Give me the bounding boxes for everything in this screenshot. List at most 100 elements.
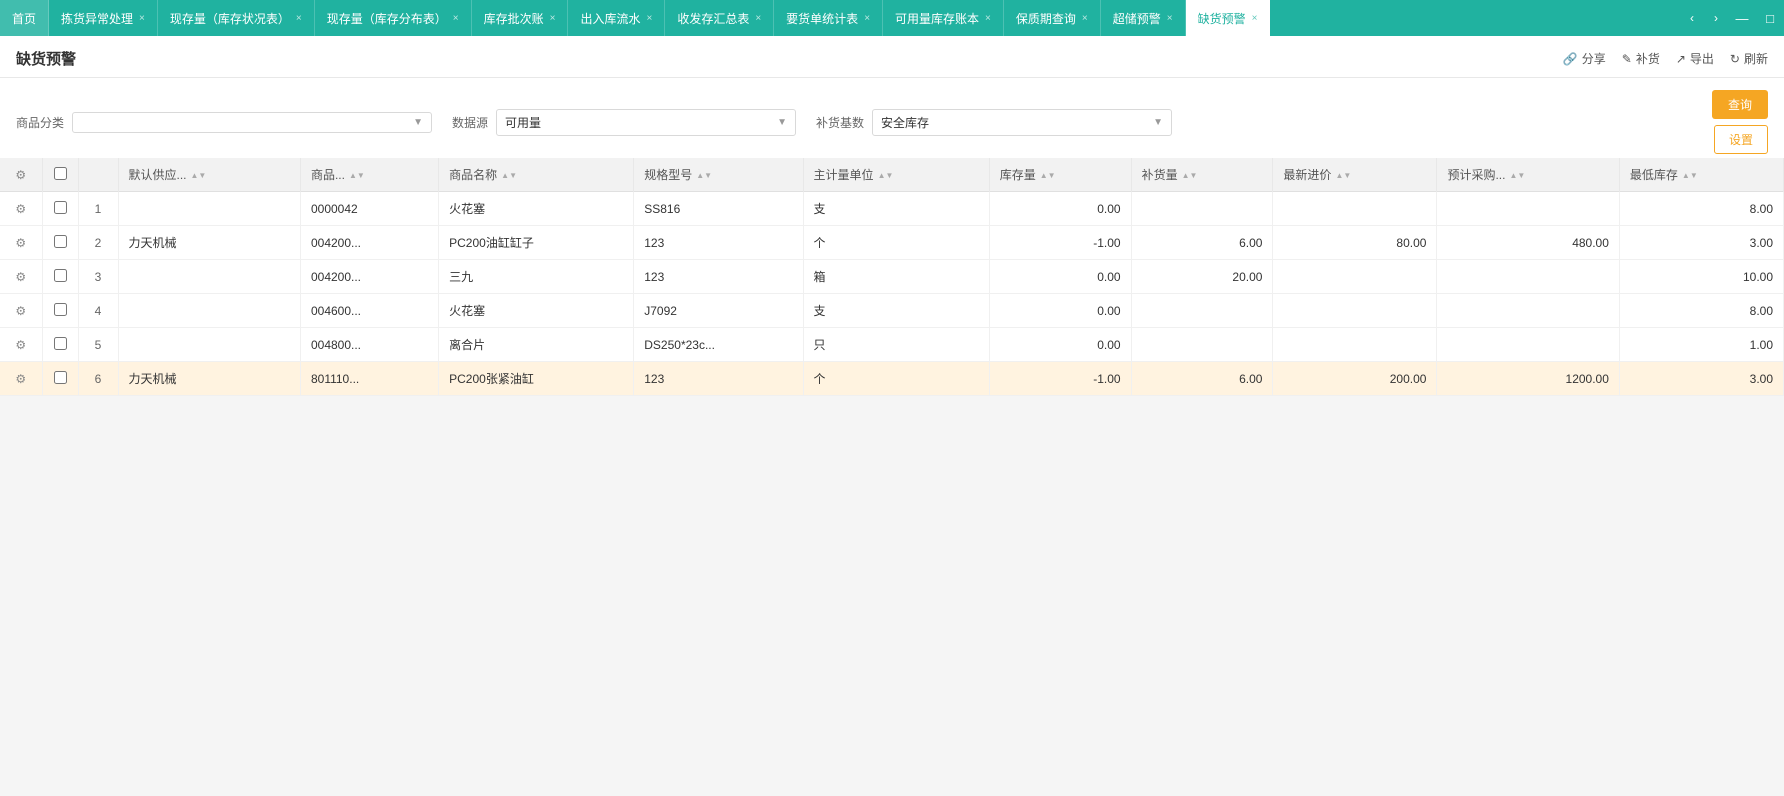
- tab-3[interactable]: 现存量（库存分布表）×: [315, 0, 472, 36]
- col-header-stock: 库存量▲▼: [989, 158, 1131, 192]
- cell-spec-row0: SS816: [634, 192, 803, 226]
- cell-min_stock-row3: 8.00: [1619, 294, 1783, 328]
- cell-default_supplier-row5: 力天机械: [118, 362, 300, 396]
- tab-0[interactable]: 首页: [0, 0, 49, 36]
- cell-min_stock-row2: 10.00: [1619, 260, 1783, 294]
- commodity-class-arrow-icon: ▼: [413, 117, 423, 128]
- tab-11[interactable]: 缺货预警×: [1186, 0, 1271, 36]
- tab-close-6[interactable]: ×: [755, 13, 761, 24]
- cell-default_supplier-row1: 力天机械: [118, 226, 300, 260]
- sort-icon-replenish_qty[interactable]: ▲▼: [1182, 171, 1198, 180]
- table-row: ⚙5004800...离合片DS250*23c...只0.001.00: [0, 328, 1784, 362]
- tab-6[interactable]: 收发存汇总表 ×: [665, 0, 774, 36]
- tab-close-2[interactable]: ×: [296, 13, 302, 24]
- cell-default_supplier-row0: [118, 192, 300, 226]
- tab-4[interactable]: 库存批次账×: [472, 0, 569, 36]
- sort-icon-spec[interactable]: ▲▼: [696, 171, 712, 180]
- refresh-action[interactable]: ↻ 刷新: [1730, 50, 1768, 67]
- cell-spec-row4: DS250*23c...: [634, 328, 803, 362]
- commodity-class-filter: 商品分类 ▼: [16, 112, 432, 133]
- cell-min_stock-row0: 8.00: [1619, 192, 1783, 226]
- tab-8[interactable]: 可用量库存账本 ×: [883, 0, 1004, 36]
- page-header: 缺货预警 🔗 分享 ✎ 补货 ↗ 导出 ↻ 刷新: [0, 36, 1784, 78]
- row-checkbox-5[interactable]: [54, 371, 67, 384]
- cell-stock-row2: 0.00: [989, 260, 1131, 294]
- row-gear-icon[interactable]: ⚙: [10, 202, 32, 216]
- tab-close-3[interactable]: ×: [453, 13, 459, 24]
- tab-next-btn[interactable]: ›: [1704, 11, 1728, 25]
- data-source-arrow-icon: ▼: [777, 117, 787, 128]
- tab-label-6: 收发存汇总表: [677, 10, 749, 27]
- tab-label-8: 可用量库存账本: [895, 10, 979, 27]
- tab-9[interactable]: 保质期查询×: [1004, 0, 1101, 36]
- cell-product_code-row2: 004200...: [300, 260, 438, 294]
- col-header-spec: 规格型号▲▼: [634, 158, 803, 192]
- replenish-action[interactable]: ✎ 补货: [1622, 50, 1660, 67]
- sort-icon-stock[interactable]: ▲▼: [1040, 171, 1056, 180]
- cell-product_code-row0: 0000042: [300, 192, 438, 226]
- sort-icon-product_code[interactable]: ▲▼: [349, 171, 365, 180]
- gear-settings-icon[interactable]: ⚙: [10, 168, 32, 182]
- tab-prev-btn[interactable]: ‹: [1680, 11, 1704, 25]
- tab-1[interactable]: 拣货异常处理×: [49, 0, 158, 36]
- row-checkbox-4[interactable]: [54, 337, 67, 350]
- row-gear-icon[interactable]: ⚙: [10, 270, 32, 284]
- cell-est_purchase-row0: [1437, 192, 1619, 226]
- col-header-check: [42, 158, 78, 192]
- tab-5[interactable]: 出入库流水×: [568, 0, 665, 36]
- row-gear-icon[interactable]: ⚙: [10, 372, 32, 386]
- row-checkbox-3[interactable]: [54, 303, 67, 316]
- replenish-base-select[interactable]: 安全库存 ▼: [872, 109, 1172, 136]
- tab-7[interactable]: 要货单统计表 ×: [774, 0, 883, 36]
- tab-close-11[interactable]: ×: [1252, 13, 1258, 24]
- row-checkbox-0[interactable]: [54, 201, 67, 214]
- tab-close-8[interactable]: ×: [985, 13, 991, 24]
- row-checkbox-1[interactable]: [54, 235, 67, 248]
- row-checkbox-2[interactable]: [54, 269, 67, 282]
- sort-icon-est_purchase[interactable]: ▲▼: [1509, 171, 1525, 180]
- sort-icon-product_name[interactable]: ▲▼: [501, 171, 517, 180]
- cell-latest_price-row5: 200.00: [1273, 362, 1437, 396]
- tab-minimize-btn[interactable]: —: [1728, 11, 1756, 26]
- tab-label-7: 要货单统计表: [786, 10, 858, 27]
- tab-close-1[interactable]: ×: [139, 13, 145, 24]
- tab-2[interactable]: 现存量（库存状况表）×: [158, 0, 315, 36]
- cell-product_name-row2: 三九: [439, 260, 634, 294]
- row-gear-icon[interactable]: ⚙: [10, 236, 32, 250]
- row-gear-icon[interactable]: ⚙: [10, 304, 32, 318]
- cell-min_stock-row1: 3.00: [1619, 226, 1783, 260]
- sort-icon-default_supplier[interactable]: ▲▼: [191, 171, 207, 180]
- tab-close-7[interactable]: ×: [864, 13, 870, 24]
- sort-icon-min_stock[interactable]: ▲▼: [1682, 171, 1698, 180]
- table-row: ⚙10000042火花塞SS816支0.008.00: [0, 192, 1784, 226]
- cell-default_supplier-row3: [118, 294, 300, 328]
- commodity-class-select[interactable]: ▼: [72, 112, 432, 133]
- table-header: ⚙默认供应...▲▼商品...▲▼商品名称▲▼规格型号▲▼主计量单位▲▼库存量▲…: [0, 158, 1784, 192]
- cell-latest_price-row2: [1273, 260, 1437, 294]
- export-action[interactable]: ↗ 导出: [1676, 50, 1714, 67]
- tab-close-5[interactable]: ×: [646, 13, 652, 24]
- data-source-value: 可用量: [505, 114, 541, 131]
- cell-latest_price-row3: [1273, 294, 1437, 328]
- settings-button[interactable]: 设置: [1714, 125, 1768, 154]
- sort-icon-latest_price[interactable]: ▲▼: [1335, 171, 1351, 180]
- tab-close-4[interactable]: ×: [550, 13, 556, 24]
- select-all-checkbox[interactable]: [54, 167, 67, 180]
- cell-default_supplier-row2: [118, 260, 300, 294]
- tab-10[interactable]: 超储预警×: [1101, 0, 1186, 36]
- row-gear-icon[interactable]: ⚙: [10, 338, 32, 352]
- col-label-default_supplier: 默认供应...: [129, 168, 187, 182]
- tab-close-9[interactable]: ×: [1082, 13, 1088, 24]
- col-header-est_purchase: 预计采购...▲▼: [1437, 158, 1619, 192]
- table-row: ⚙6力天机械801110...PC200张紧油缸123个-1.006.00200…: [0, 362, 1784, 396]
- tab-close-10[interactable]: ×: [1167, 13, 1173, 24]
- data-source-select[interactable]: 可用量 ▼: [496, 109, 796, 136]
- cell-stock-row4: 0.00: [989, 328, 1131, 362]
- share-action[interactable]: 🔗 分享: [1563, 50, 1606, 67]
- sort-icon-unit[interactable]: ▲▼: [878, 171, 894, 180]
- data-table: ⚙默认供应...▲▼商品...▲▼商品名称▲▼规格型号▲▼主计量单位▲▼库存量▲…: [0, 158, 1784, 396]
- data-source-label: 数据源: [452, 114, 488, 131]
- tab-maximize-btn[interactable]: □: [1756, 11, 1784, 26]
- cell-replenish_qty-row0: [1131, 192, 1273, 226]
- query-button[interactable]: 查询: [1712, 90, 1768, 119]
